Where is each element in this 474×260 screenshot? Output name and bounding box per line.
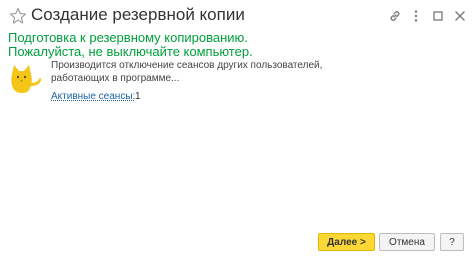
message-line-1: Производится отключение сеансов других п…: [51, 60, 323, 71]
status-heading: Подготовка к резервному копированию. Пож…: [8, 31, 253, 59]
message-line-2: работающих в программе...: [51, 73, 180, 84]
window-titlebar: Создание резервной копии: [0, 0, 474, 32]
window-title: Создание резервной копии: [31, 5, 245, 24]
help-button[interactable]: ?: [440, 233, 464, 251]
link-icon[interactable]: [387, 8, 403, 24]
close-icon[interactable]: [452, 8, 468, 24]
heading-line-2: Пожалуйста, не выключайте компьютер.: [8, 44, 253, 59]
active-sessions-count: 1: [135, 91, 141, 102]
cat-icon: [8, 62, 44, 96]
more-icon[interactable]: [408, 8, 424, 24]
star-icon[interactable]: [9, 7, 27, 25]
cancel-button[interactable]: Отмена: [379, 233, 435, 251]
active-sessions-link[interactable]: Активные сеансы:: [51, 91, 135, 102]
heading-line-1: Подготовка к резервному копированию.: [8, 30, 248, 45]
next-button[interactable]: Далее >: [318, 233, 375, 251]
maximize-icon[interactable]: [430, 8, 446, 24]
disconnect-message: Производится отключение сеансов других п…: [51, 59, 322, 85]
